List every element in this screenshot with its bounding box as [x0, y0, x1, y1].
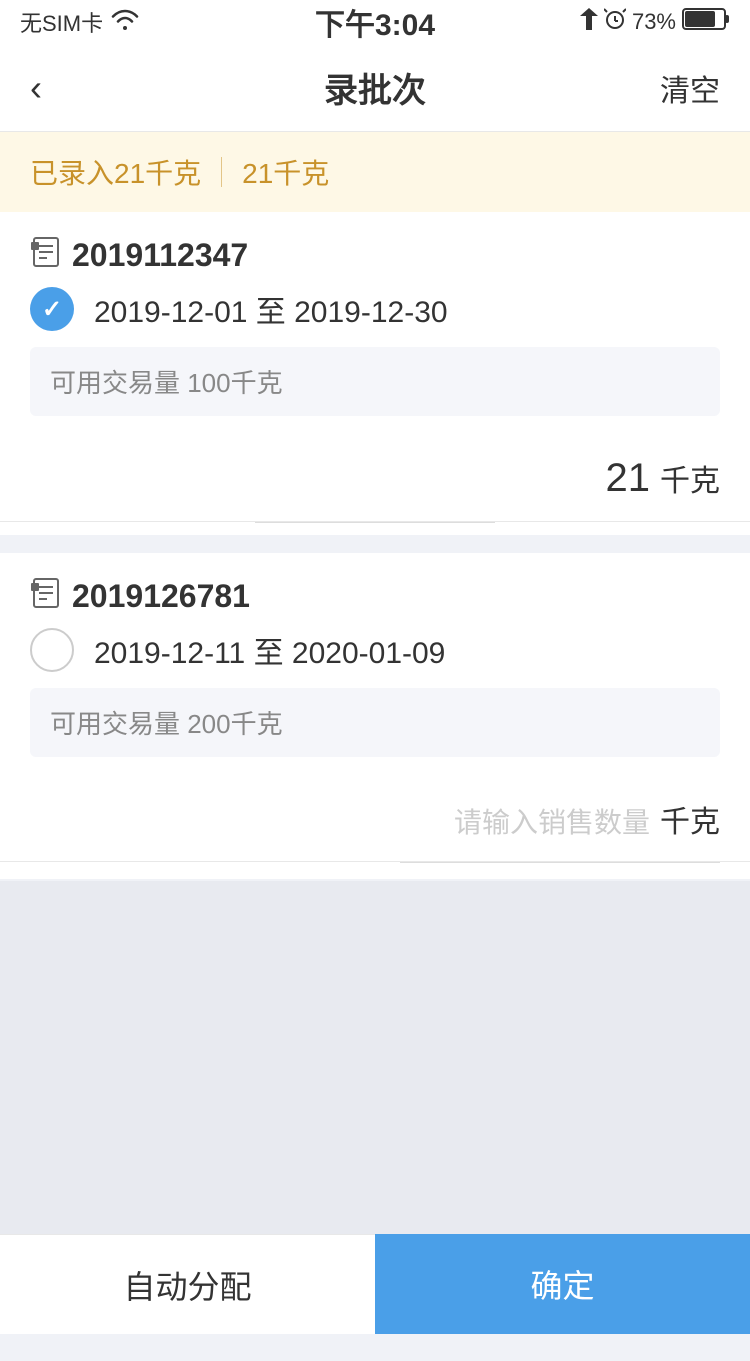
battery-icon [682, 8, 730, 36]
recorded-value: 21千克 [242, 152, 329, 192]
status-left: 无SIM卡 [20, 6, 139, 38]
battery-percent: 73% [632, 9, 676, 35]
batch1-dates: 2019-12-01 至 2019-12-30 [94, 287, 448, 331]
back-button[interactable]: ‹ [30, 67, 90, 109]
batch1-radio[interactable]: ✓ [30, 287, 74, 331]
batch1-id: 2019112347 [72, 237, 248, 274]
batch2-input-row[interactable]: 千克 [0, 777, 750, 862]
batch1-amount-unit: 千克 [660, 456, 720, 500]
batch1-date-row[interactable]: ✓ 2019-12-01 至 2019-12-30 [0, 283, 750, 347]
nav-bar: ‹ 录批次 清空 [0, 44, 750, 132]
section-separator [0, 537, 750, 553]
banner-divider [221, 157, 222, 187]
quantity-input[interactable] [350, 803, 650, 840]
batch1-amount-row: 21 千克 [0, 436, 750, 522]
h-line-1 [255, 522, 495, 523]
batch1-divider [0, 522, 750, 535]
batch1-amount-value: 21 [606, 456, 651, 501]
alarm-icon [604, 8, 626, 36]
status-bar: 无SIM卡 下午3:04 [0, 0, 750, 44]
bottom-bar: 自动分配 确定 [0, 1234, 750, 1334]
batch-item-1: 2019112347 ✓ 2019-12-01 至 2019-12-30 可用交… [0, 212, 750, 535]
radio-check-icon: ✓ [42, 295, 62, 324]
batch2-input-divider [0, 862, 750, 879]
batch2-date-row[interactable]: 2019-12-11 至 2020-01-09 [0, 624, 750, 688]
batch2-icon [30, 577, 62, 616]
page-title: 录批次 [324, 63, 426, 112]
info-banner: 已录入21千克 21千克 [0, 132, 750, 212]
batch2-available: 可用交易量 200千克 [30, 688, 720, 757]
recorded-label: 已录入21千克 [30, 152, 201, 192]
batch2-radio[interactable] [30, 628, 74, 672]
auto-assign-button[interactable]: 自动分配 [0, 1234, 375, 1334]
carrier-text: 无SIM卡 [20, 6, 103, 38]
confirm-button[interactable]: 确定 [375, 1234, 750, 1334]
batch2-unit: 千克 [660, 797, 720, 841]
batch1-header: 2019112347 [0, 212, 750, 283]
batch2-header: 2019126781 [0, 553, 750, 624]
clear-button[interactable]: 清空 [660, 66, 720, 110]
status-time: 下午3:04 [315, 0, 435, 44]
batch1-icon [30, 236, 62, 275]
batch1-available: 可用交易量 100千克 [30, 347, 720, 416]
batch2-id: 2019126781 [72, 578, 250, 615]
batch2-dates: 2019-12-11 至 2020-01-09 [94, 628, 445, 672]
wifi-icon [111, 8, 139, 36]
location-icon [580, 8, 598, 36]
batch-item-2: 2019126781 2019-12-11 至 2020-01-09 可用交易量… [0, 553, 750, 879]
status-right: 73% [580, 8, 730, 36]
spacer-area [0, 881, 750, 1261]
input-h-line [400, 862, 720, 863]
